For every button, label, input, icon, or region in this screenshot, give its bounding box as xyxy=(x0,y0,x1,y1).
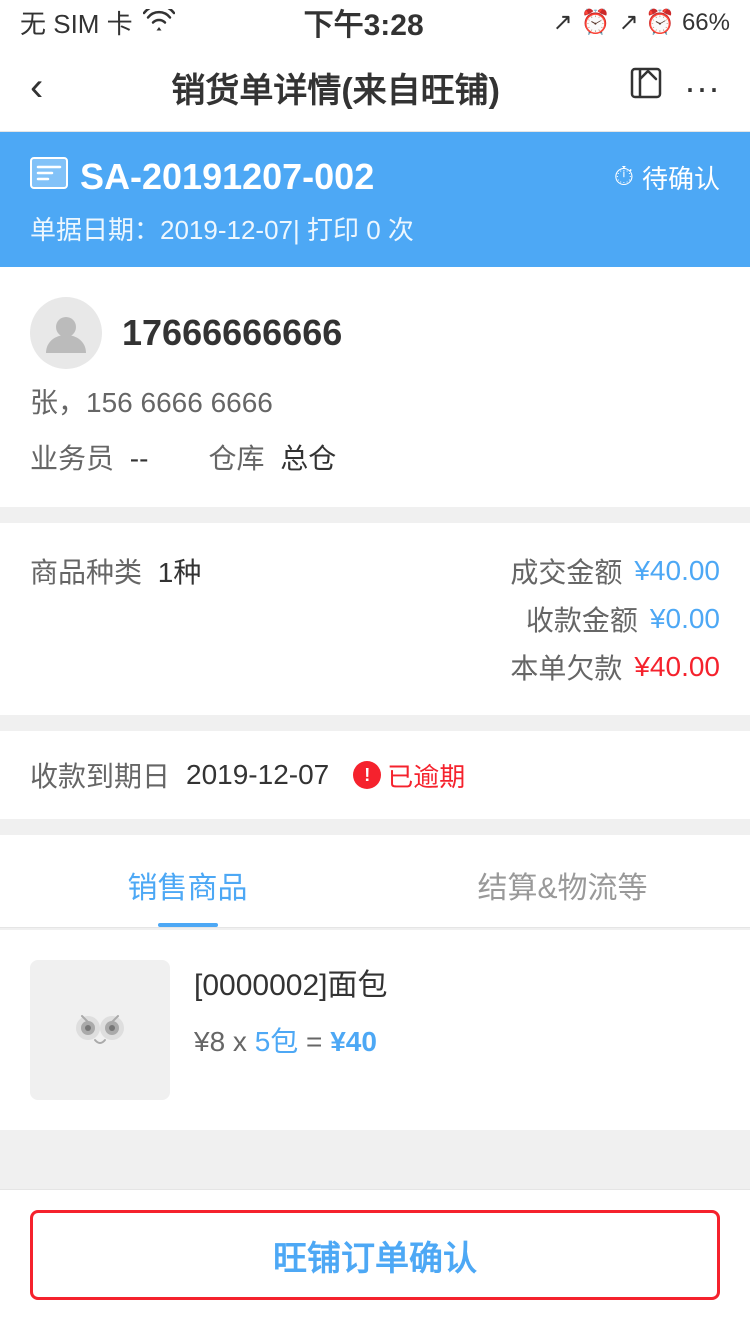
sales-value: -- xyxy=(130,443,149,474)
due-label: 收款到期日 xyxy=(30,755,170,795)
back-button[interactable]: ‹ xyxy=(30,65,43,110)
clock-icon: ⏱ xyxy=(614,161,634,193)
share-icon[interactable] xyxy=(628,65,664,110)
order-status: ⏱ 待确认 xyxy=(614,159,720,196)
nav-actions: ··· xyxy=(628,65,720,110)
due-date-value: 2019-12-07 xyxy=(186,759,329,791)
deal-amount-value: ¥40.00 xyxy=(634,555,720,587)
more-icon[interactable]: ··· xyxy=(684,67,720,109)
page-title: 销货单详情(来自旺铺) xyxy=(171,63,500,112)
sim-status: 无 SIM 卡 xyxy=(20,4,133,41)
balance-amount: 本单欠款 ¥40.00 xyxy=(510,647,720,687)
status-left: 无 SIM 卡 xyxy=(20,4,175,41)
order-banner: SA-20191207-002 ⏱ 待确认 单据日期：2019-12-07| 打… xyxy=(0,132,750,267)
wifi-icon xyxy=(143,7,175,38)
customer-avatar xyxy=(30,297,102,369)
location-icon: ↗ xyxy=(553,8,573,37)
customer-name: 张，156 6666 6666 xyxy=(30,381,720,421)
product-item: [0000002]面包 ¥8 x 5包 = ¥40 xyxy=(30,960,720,1100)
product-type: 商品种类 1种 xyxy=(30,551,201,591)
customer-section: 17666666666 张，156 6666 6666 业务员 -- 仓库 总仓 xyxy=(0,267,750,507)
product-name: [0000002]面包 xyxy=(194,960,720,1004)
summary-section: 商品种类 1种 成交金额 ¥40.00 收款金额 ¥0.00 本单欠款 ¥40.… xyxy=(0,523,750,715)
product-details: [0000002]面包 ¥8 x 5包 = ¥40 xyxy=(194,960,720,1060)
received-amount-value: ¥0.00 xyxy=(650,603,720,635)
order-id: SA-20191207-002 xyxy=(30,156,374,198)
product-list: [0000002]面包 ¥8 x 5包 = ¥40 xyxy=(0,930,750,1130)
confirm-order-button[interactable]: 旺铺订单确认 xyxy=(30,1210,720,1300)
product-price: ¥8 x 5包 = ¥40 xyxy=(194,1020,720,1060)
due-date-section: 收款到期日 2019-12-07 ! 已逾期 xyxy=(0,731,750,819)
warning-icon: ! xyxy=(353,761,381,789)
status-bar: 无 SIM 卡 下午3:28 ↗ ⏰ ↗ ⏰ 66% xyxy=(0,0,750,44)
warehouse-label: 仓库 xyxy=(208,443,264,474)
balance-amount-value: ¥40.00 xyxy=(634,651,720,683)
nav-bar: ‹ 销货单详情(来自旺铺) ··· xyxy=(0,44,750,132)
customer-meta: 业务员 -- 仓库 总仓 xyxy=(30,437,720,477)
tab-settlement[interactable]: 结算&物流等 xyxy=(375,835,750,927)
battery-text: ↗ ⏰ 66% xyxy=(619,8,730,37)
tab-products[interactable]: 销售商品 xyxy=(0,835,375,927)
bottom-bar: 旺铺订单确认 xyxy=(0,1189,750,1334)
time-display: 下午3:28 xyxy=(304,0,424,44)
overdue-badge: ! 已逾期 xyxy=(353,757,465,794)
deal-amount: 成交金额 ¥40.00 xyxy=(510,551,720,591)
summary-amounts: 成交金额 ¥40.00 收款金额 ¥0.00 本单欠款 ¥40.00 xyxy=(510,551,720,687)
sales-label: 业务员 xyxy=(30,443,114,474)
status-right: ↗ ⏰ ↗ ⏰ 66% xyxy=(553,8,730,37)
alarm-icon: ⏰ xyxy=(581,8,611,37)
order-icon xyxy=(30,156,68,198)
order-date: 单据日期：2019-12-07| 打印 0 次 xyxy=(30,210,720,247)
tab-bar: 销售商品 结算&物流等 xyxy=(0,835,750,928)
warehouse-value: 总仓 xyxy=(280,443,336,474)
product-thumbnail xyxy=(30,960,170,1100)
received-amount: 收款金额 ¥0.00 xyxy=(526,599,720,639)
overdue-text: 已逾期 xyxy=(387,757,465,794)
customer-phone: 17666666666 xyxy=(122,312,342,354)
